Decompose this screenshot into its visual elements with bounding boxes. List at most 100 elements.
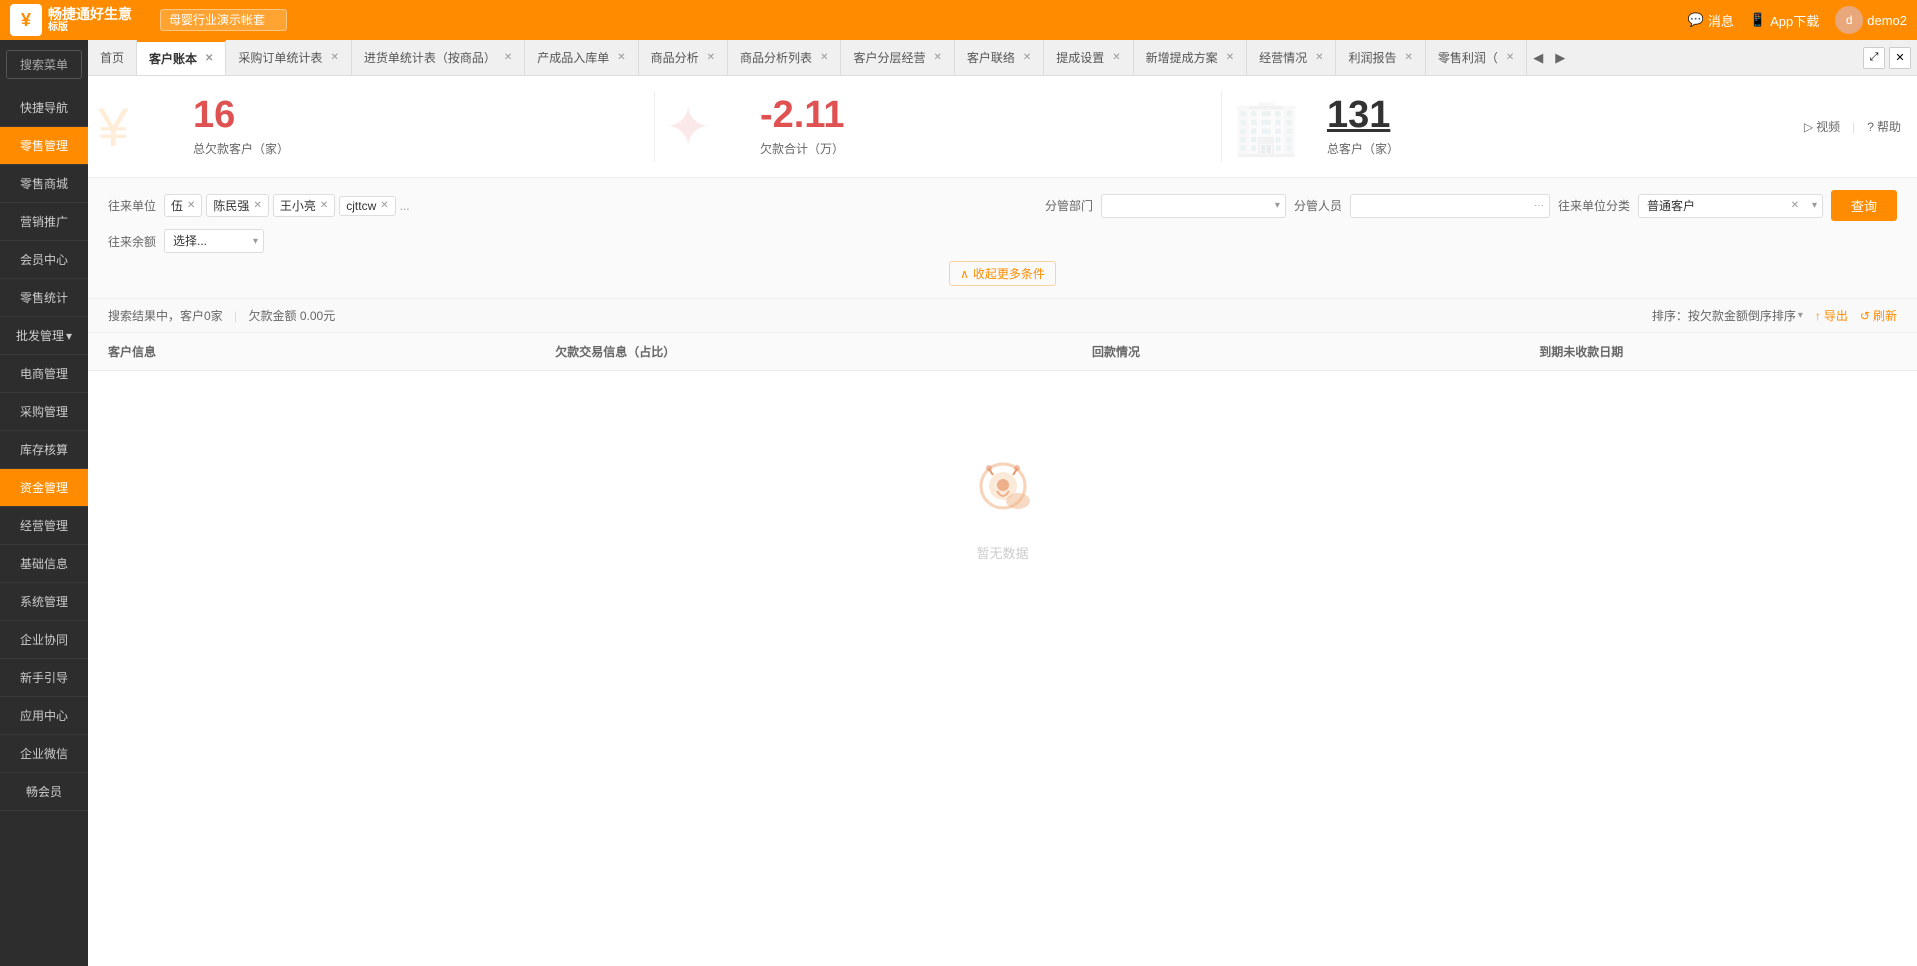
tag-remove-btn[interactable]: ✕ <box>187 200 195 211</box>
top-bar: ¥ 畅捷通好生意 标版 母婴行业演示帐套 💬 消息 📱 App下载 d <box>0 0 1917 40</box>
stat1-label: 总欠款客户（家） <box>193 140 289 157</box>
tab-nav-right[interactable]: ▶ <box>1549 50 1571 66</box>
message-label: 消息 <box>1708 11 1734 30</box>
sidebar-item-app-center[interactable]: 应用中心 <box>0 697 88 735</box>
tag-remove-btn[interactable]: ✕ <box>380 200 388 211</box>
logo-icon: ¥ <box>10 4 42 36</box>
sidebar-item-purchase[interactable]: 采购管理 <box>0 393 88 431</box>
tab-commission-settings[interactable]: 提成设置 ✕ <box>1044 40 1133 76</box>
sort-arrow-icon: ▾ <box>1798 310 1803 321</box>
tab-maximize-btn[interactable]: ⤢ <box>1863 47 1885 69</box>
tab-close-icon[interactable]: ✕ <box>1226 52 1234 63</box>
customer-tag-remove[interactable]: ✕ <box>1791 200 1799 211</box>
refresh-icon: ↺ <box>1860 309 1870 323</box>
filter-tag-3: cjttcw ✕ <box>339 196 395 216</box>
sidebar-item-member[interactable]: 会员中心 <box>0 241 88 279</box>
tab-finished-inbound[interactable]: 产成品入库单 ✕ <box>525 40 638 76</box>
refresh-btn[interactable]: ↺ 刷新 <box>1860 307 1897 324</box>
sidebar-item-retail-stats[interactable]: 零售统计 <box>0 279 88 317</box>
filter-dept-input[interactable] <box>1101 194 1286 218</box>
sidebar-item-operations[interactable]: 经营管理 <box>0 507 88 545</box>
sidebar-item-wholesale[interactable]: 批发管理 ▾ <box>0 317 88 355</box>
user-label: demo2 <box>1867 13 1907 28</box>
sidebar-item-new-guide[interactable]: 新手引导 <box>0 659 88 697</box>
app-download-btn[interactable]: 📱 App下载 <box>1750 11 1819 30</box>
tab-close-icon[interactable]: ✕ <box>330 52 338 63</box>
message-btn[interactable]: 💬 消息 <box>1688 11 1734 30</box>
filter-row-1: 往来单位 伍 ✕ 陈民强 ✕ 王小亮 <box>108 190 1897 221</box>
filter-more-tags[interactable]: ... <box>400 199 410 213</box>
account-select[interactable]: 母婴行业演示帐套 <box>160 9 287 31</box>
filter-remain-select[interactable]: 选择... <box>164 229 264 253</box>
result-text: 搜索结果中，客户0家 <box>108 309 223 323</box>
empty-icon <box>963 451 1043 531</box>
tab-close-icon[interactable]: ✕ <box>1112 52 1120 63</box>
sidebar: 搜索菜单 快捷导航 零售管理 零售商城 营销推广 会员中心 零售统计 批发管理 … <box>0 40 88 966</box>
content-area: 首页 客户账本 ✕ 采购订单统计表 ✕ 进货单统计表（按商品） ✕ 产成品入库单… <box>88 40 1917 966</box>
tab-close-icon[interactable]: ✕ <box>1506 52 1514 63</box>
tab-close-icon[interactable]: ✕ <box>205 53 213 64</box>
sidebar-item-chang-member[interactable]: 畅会员 <box>0 773 88 811</box>
tab-customer-ledger[interactable]: 客户账本 ✕ <box>137 40 226 76</box>
tab-inbound-stats[interactable]: 进货单统计表（按商品） ✕ <box>352 40 525 76</box>
help-btn[interactable]: ? 帮助 <box>1867 118 1901 135</box>
tag-remove-btn[interactable]: ✕ <box>320 200 328 211</box>
filter-tag-1: 陈民强 ✕ <box>206 194 268 217</box>
sidebar-item-corp-collab[interactable]: 企业协同 <box>0 621 88 659</box>
stat1-bg-icon: ¥ <box>98 95 129 159</box>
sidebar-item-marketing[interactable]: 营销推广 <box>0 203 88 241</box>
tab-customer-tier[interactable]: 客户分层经营 ✕ <box>841 40 954 76</box>
export-btn[interactable]: ↑ 导出 <box>1815 307 1848 324</box>
stat-total-clients: 🏢 131 总客户（家） <box>1222 76 1788 177</box>
export-icon: ↑ <box>1815 309 1821 323</box>
video-btn[interactable]: ▷ 视频 <box>1804 118 1840 135</box>
account-select-wrap: 母婴行业演示帐套 <box>160 9 287 31</box>
tab-close-all-btn[interactable]: ✕ <box>1889 47 1911 69</box>
tab-close-icon[interactable]: ✕ <box>1405 52 1413 63</box>
tab-product-analysis-list[interactable]: 商品分析列表 ✕ <box>728 40 841 76</box>
tab-new-commission[interactable]: 新增提成方案 ✕ <box>1134 40 1247 76</box>
tab-home[interactable]: 首页 <box>88 40 137 76</box>
filter-tag-2: 王小亮 ✕ <box>273 194 335 217</box>
filter-dots-btn[interactable]: ··· <box>1534 200 1544 211</box>
sidebar-item-ecommerce[interactable]: 电商管理 <box>0 355 88 393</box>
tab-close-icon[interactable]: ✕ <box>820 52 828 63</box>
tab-product-analysis[interactable]: 商品分析 ✕ <box>639 40 728 76</box>
user-avatar-btn[interactable]: d demo2 <box>1835 6 1907 34</box>
sidebar-item-retail[interactable]: 零售管理 <box>0 127 88 165</box>
tab-customer-contact[interactable]: 客户联络 ✕ <box>955 40 1044 76</box>
sidebar-item-retail-mall[interactable]: 零售商城 <box>0 165 88 203</box>
video-icon: ▷ <box>1804 120 1813 134</box>
sidebar-search: 搜索菜单 <box>0 40 88 89</box>
sidebar-item-quick-nav[interactable]: 快捷导航 <box>0 89 88 127</box>
sidebar-item-basic-info[interactable]: 基础信息 <box>0 545 88 583</box>
tab-nav-left[interactable]: ◀ <box>1527 50 1549 66</box>
top-bar-right: 💬 消息 📱 App下载 d demo2 <box>1688 6 1907 34</box>
tab-close-icon[interactable]: ✕ <box>933 52 941 63</box>
tab-close-icon[interactable]: ✕ <box>1315 52 1323 63</box>
sidebar-item-system[interactable]: 系统管理 <box>0 583 88 621</box>
query-btn[interactable]: 查询 <box>1831 190 1897 221</box>
tab-operations[interactable]: 经营情况 ✕ <box>1247 40 1336 76</box>
sidebar-item-finance[interactable]: 资金管理 <box>0 469 88 507</box>
tab-close-icon[interactable]: ✕ <box>707 52 715 63</box>
filter-remain-label: 往来余额 <box>108 233 156 250</box>
tab-close-icon[interactable]: ✕ <box>1023 52 1031 63</box>
tab-profit-report[interactable]: 利润报告 ✕ <box>1336 40 1425 76</box>
filter-person-wrap: ··· <box>1350 194 1550 218</box>
tag-remove-btn[interactable]: ✕ <box>253 200 261 211</box>
collapse-btn[interactable]: ∧ 收起更多条件 <box>949 261 1056 286</box>
phone-icon: 📱 <box>1750 12 1766 28</box>
stat1-number: 16 <box>193 96 289 134</box>
tab-retail-profit[interactable]: 零售利润（ ✕ <box>1426 40 1527 76</box>
tab-close-icon[interactable]: ✕ <box>504 52 512 63</box>
filter-person-input[interactable] <box>1350 194 1550 218</box>
stat-debt-total: ✦ -2.11 欠款合计（万） <box>655 76 1221 177</box>
sort-label: 排序：按欠款金额倒序排序 <box>1652 307 1796 324</box>
search-menu-btn[interactable]: 搜索菜单 <box>6 50 82 79</box>
tab-close-icon[interactable]: ✕ <box>617 52 625 63</box>
sidebar-item-inventory[interactable]: 库存核算 <box>0 431 88 469</box>
result-bar: 搜索结果中，客户0家 | 欠款金额 0.00元 排序：按欠款金额倒序排序 ▾ ↑… <box>88 299 1917 333</box>
tab-purchase-order-stats[interactable]: 采购订单统计表 ✕ <box>226 40 351 76</box>
sidebar-item-corp-wechat[interactable]: 企业微信 <box>0 735 88 773</box>
